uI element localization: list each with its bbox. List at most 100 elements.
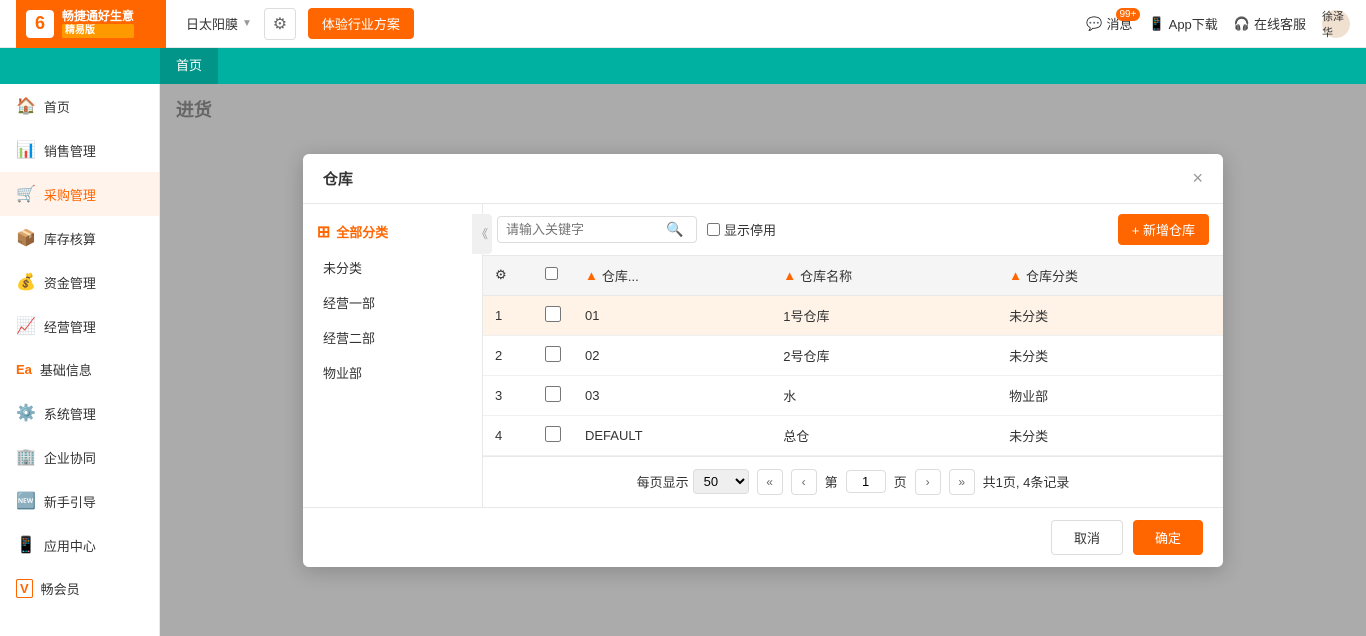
search-input[interactable] [506,222,666,237]
sort-code-icon: ▲ [585,268,598,283]
logo-tag: 精易版 [62,24,134,38]
sidebar-item-member[interactable]: V 畅会员 [0,567,159,610]
page-size-select[interactable]: 50 100 200 [693,469,749,494]
sidebar-label-inventory: 库存核算 [44,229,96,248]
row-index: 4 [483,415,533,455]
page-number-input[interactable] [846,470,886,493]
sort-category[interactable]: ▲ 仓库分类 [1009,266,1211,285]
nav-bar: 首页 [0,48,1366,84]
row-checkbox-cell [533,295,573,335]
sort-name[interactable]: ▲ 仓库名称 [783,266,985,285]
member-icon: V [16,579,33,598]
category-item-1[interactable]: 经营一部 [303,285,482,320]
warehouse-modal: 仓库 × ⊞ 全部分类 未分类 经营一 [303,154,1223,567]
sidebar-item-guide[interactable]: 🆕 新手引导 [0,479,159,523]
sidebar-label-basic-info: 基础信息 [40,360,92,379]
header-right: 💬 消息 99+ 📱 App下载 🎧 在线客服 徐泽华 [1086,10,1350,38]
modal-title: 仓库 [323,168,353,189]
th-checkbox [533,256,573,296]
data-table: ⚙ ▲ 仓库... [483,256,1223,456]
online-service-button[interactable]: 🎧 在线客服 [1234,14,1306,33]
table-row[interactable]: 3 03 水 物业部 [483,375,1223,415]
row-name: 水 [771,375,997,415]
row-checkbox-1[interactable] [545,346,561,362]
cancel-button[interactable]: 取消 [1051,520,1123,555]
table-row[interactable]: 2 02 2号仓库 未分类 [483,335,1223,375]
category-item-3[interactable]: 物业部 [303,355,482,390]
sort-category-icon: ▲ [1009,268,1022,283]
sales-icon: 📊 [16,140,36,160]
row-checkbox-cell [533,375,573,415]
user-menu[interactable]: 徐泽华 [1322,10,1350,38]
message-icon: 💬 [1086,16,1102,32]
category-item-0[interactable]: 未分类 [303,250,482,285]
row-checkbox-3[interactable] [545,426,561,442]
sidebar: 🏠 首页 📊 销售管理 🛒 采购管理 📦 库存核算 💰 资金管理 📈 经营管理 … [0,84,160,636]
row-code: 01 [573,295,771,335]
search-icon[interactable]: 🔍 [666,221,683,238]
next-page-button[interactable]: › [915,469,941,495]
logo-text: 畅捷通好生意 精易版 [62,9,134,37]
sidebar-item-management[interactable]: 📈 经营管理 [0,304,159,348]
select-all-checkbox[interactable] [545,267,558,280]
modal-header: 仓库 × [303,154,1223,204]
sidebar-item-finance[interactable]: 💰 资金管理 [0,260,159,304]
th-index: ⚙ [483,256,533,296]
row-index: 3 [483,375,533,415]
th-code: ▲ 仓库... [573,256,771,296]
modal-body: ⊞ 全部分类 未分类 经营一部 经营二部 物业部 [303,204,1223,507]
table-header: ⚙ ▲ 仓库... [483,256,1223,296]
modal-close-button[interactable]: × [1192,168,1203,189]
show-disabled-label[interactable]: 显示停用 [707,220,776,239]
collapse-panel-button[interactable]: 《 [472,214,492,254]
sort-name-icon: ▲ [783,268,796,283]
inventory-icon: 📦 [16,228,36,248]
nav-home[interactable]: 首页 [160,48,218,84]
table-panel: 🔍 显示停用 + 新增仓库 [483,204,1223,507]
gear-th-icon: ⚙ [495,267,507,282]
finance-icon: 💰 [16,272,36,292]
last-page-button[interactable]: » [949,469,975,495]
category-panel: ⊞ 全部分类 未分类 经营一部 经营二部 物业部 [303,204,483,507]
show-disabled-checkbox[interactable] [707,223,720,236]
table-row[interactable]: 1 01 1号仓库 未分类 [483,295,1223,335]
trial-button[interactable]: 体验行业方案 [308,8,414,39]
search-box: 🔍 [497,216,697,243]
first-page-button[interactable]: « [757,469,783,495]
row-checkbox-0[interactable] [545,306,561,322]
enterprise-icon: 🏢 [16,447,36,467]
th-name: ▲ 仓库名称 [771,256,997,296]
sidebar-item-purchase[interactable]: 🛒 采购管理 [0,172,159,216]
messages-button[interactable]: 💬 消息 99+ [1086,14,1132,33]
sidebar-item-home[interactable]: 🏠 首页 [0,84,159,128]
sidebar-item-inventory[interactable]: 📦 库存核算 [0,216,159,260]
sidebar-label-management: 经营管理 [44,317,96,336]
add-warehouse-button[interactable]: + 新增仓库 [1118,214,1209,245]
all-categories-item[interactable]: ⊞ 全部分类 [303,214,482,250]
row-checkbox-cell [533,335,573,375]
settings-button[interactable]: ⚙ [264,8,296,40]
sidebar-item-apps[interactable]: 📱 应用中心 [0,523,159,567]
row-category: 未分类 [997,295,1223,335]
confirm-button[interactable]: 确定 [1133,520,1203,555]
main-layout: 🏠 首页 📊 销售管理 🛒 采购管理 📦 库存核算 💰 资金管理 📈 经营管理 … [0,84,1366,636]
sidebar-item-basic-info[interactable]: Ea 基础信息 [0,348,159,391]
sidebar-label-guide: 新手引导 [44,492,96,511]
total-info: 共1页, 4条记录 [983,472,1070,491]
sidebar-item-system[interactable]: ⚙️ 系统管理 [0,391,159,435]
purchase-icon: 🛒 [16,184,36,204]
app-download-button[interactable]: 📱 App下载 [1148,14,1217,33]
sort-code[interactable]: ▲ 仓库... [585,266,759,285]
logo-area: 6 畅捷通好生意 精易版 [16,0,166,48]
table-row[interactable]: 4 DEFAULT 总仓 未分类 [483,415,1223,455]
prev-page-button[interactable]: ‹ [791,469,817,495]
store-selector[interactable]: 日太阳膜 ▼ [186,14,252,33]
sidebar-label-sales: 销售管理 [44,141,96,160]
sidebar-item-sales[interactable]: 📊 销售管理 [0,128,159,172]
category-item-2[interactable]: 经营二部 [303,320,482,355]
sidebar-item-enterprise[interactable]: 🏢 企业协同 [0,435,159,479]
all-categories-label: 全部分类 [336,222,388,241]
headset-icon: 🎧 [1234,16,1250,32]
store-name: 日太阳膜 [186,14,238,33]
row-checkbox-2[interactable] [545,386,561,402]
